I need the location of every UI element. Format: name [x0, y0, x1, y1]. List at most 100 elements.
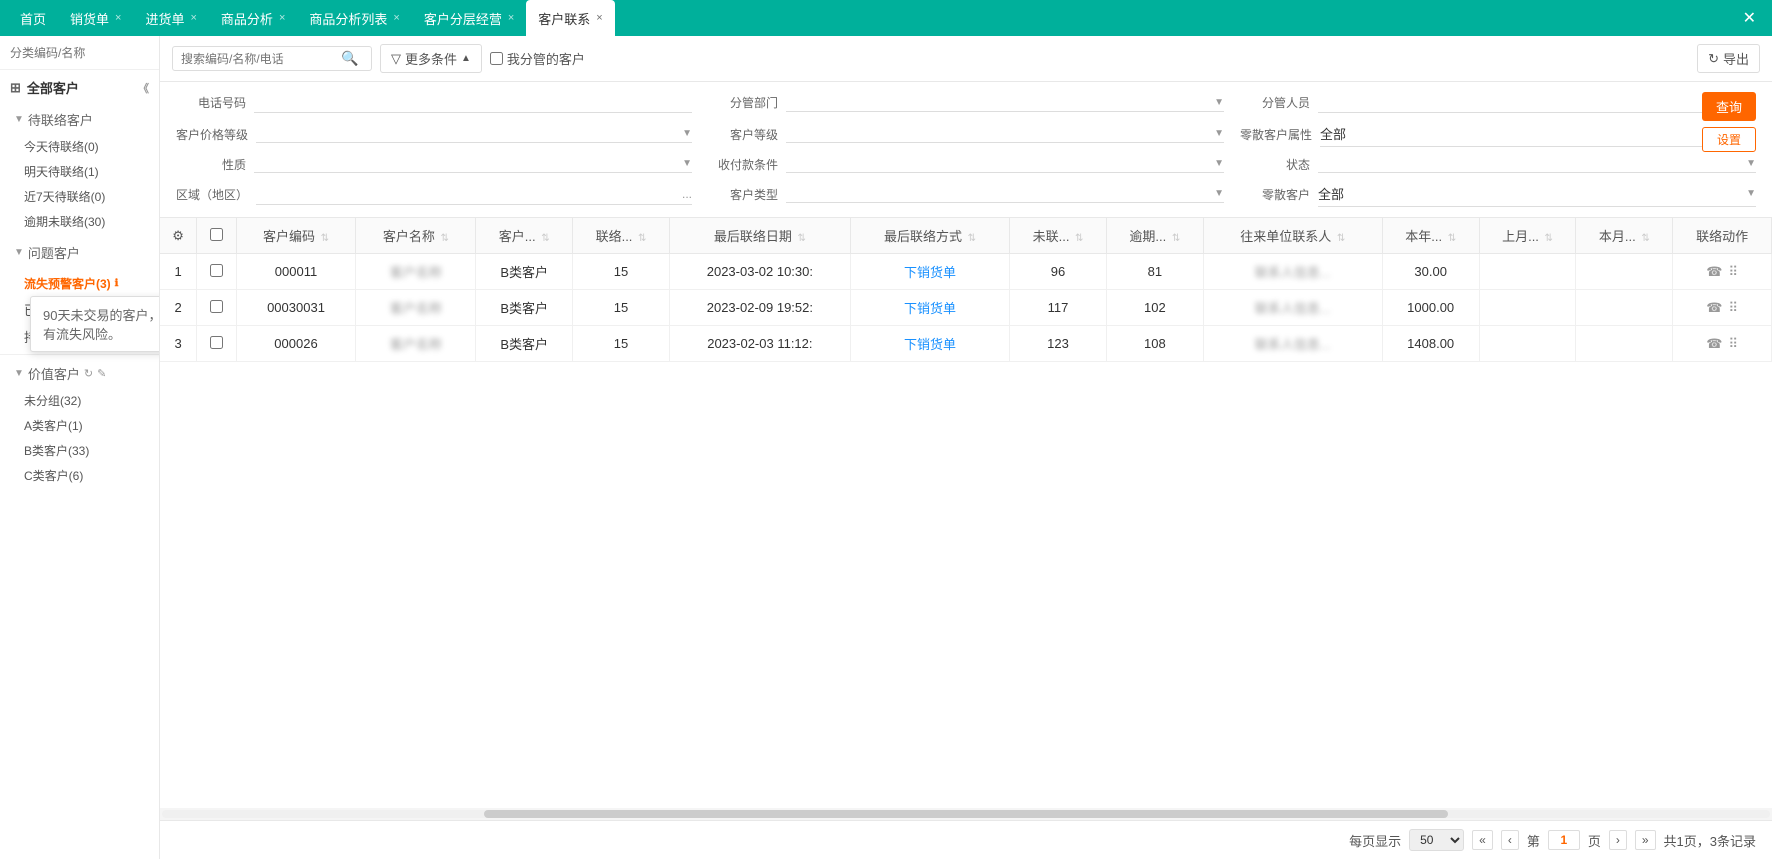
- filter-phone-input[interactable]: [254, 92, 692, 113]
- row-checkbox[interactable]: [197, 326, 236, 362]
- col-this-year[interactable]: 本年... ⇅: [1382, 218, 1479, 254]
- col-name[interactable]: 客户名称 ⇅: [356, 218, 476, 254]
- col-this-month[interactable]: 本月... ⇅: [1576, 218, 1673, 254]
- prev-page-button[interactable]: ‹: [1501, 830, 1519, 850]
- col-code[interactable]: 客户编码 ⇅: [236, 218, 356, 254]
- action-contact-icon[interactable]: ☎: [1706, 300, 1722, 316]
- filter-payment-select[interactable]: ▼: [786, 155, 1224, 173]
- row-last-date: 2023-03-02 10:30:: [669, 254, 850, 290]
- close-app-button[interactable]: ✕: [1735, 8, 1764, 28]
- filter-region-ellipsis[interactable]: ...: [682, 187, 692, 201]
- row-overdue: 102: [1106, 290, 1203, 326]
- last-page-button[interactable]: »: [1635, 830, 1656, 850]
- action-contact-icon[interactable]: ☎: [1706, 264, 1722, 280]
- nav-purchase-order-close[interactable]: ×: [190, 12, 196, 24]
- filter-icon: ▽: [391, 51, 401, 67]
- sidebar-item-unclassified[interactable]: 未分组(32): [0, 388, 159, 413]
- row-action[interactable]: ☎⠿: [1673, 254, 1772, 290]
- scrollbar-thumb[interactable]: [484, 810, 1449, 818]
- sidebar-item-class-c[interactable]: C类客户(6): [0, 463, 159, 488]
- nav-product-analysis-close[interactable]: ×: [279, 12, 285, 24]
- horizontal-scrollbar[interactable]: [160, 808, 1772, 820]
- col-contact-count[interactable]: 联络... ⇅: [573, 218, 670, 254]
- nav-product-analysis-list-close[interactable]: ×: [393, 12, 399, 24]
- row-action[interactable]: ☎⠿: [1673, 326, 1772, 362]
- all-customers-header[interactable]: ⊞ 全部客户 《: [0, 70, 159, 105]
- filter-dept-select[interactable]: ▼: [786, 94, 1224, 112]
- row-last-method[interactable]: 下销货单: [850, 290, 1009, 326]
- row-level: B类客户: [476, 290, 573, 326]
- filter-status-select[interactable]: ▼: [1318, 155, 1756, 173]
- sidebar-group-problem-title[interactable]: ▼ 问题客户: [0, 238, 159, 267]
- action-more-icon[interactable]: ⠿: [1728, 264, 1738, 280]
- sidebar-item-churn-warning[interactable]: 流失预警客户(3) ℹ: [0, 271, 159, 296]
- sidebar-item-7days[interactable]: 近7天待联络(0): [0, 184, 159, 209]
- sidebar-group-value-title[interactable]: ▼ 价值客户 ↻ ✎: [0, 359, 159, 388]
- export-button[interactable]: ↻ 导出: [1697, 44, 1760, 73]
- row-last-method[interactable]: 下销货单: [850, 254, 1009, 290]
- first-page-button[interactable]: «: [1472, 830, 1493, 850]
- col-last-date[interactable]: 最后联络日期 ⇅: [669, 218, 850, 254]
- value-refresh-icon[interactable]: ↻: [84, 367, 93, 380]
- row-index: 2: [160, 290, 197, 326]
- all-customers-label: 全部客户: [27, 78, 79, 97]
- select-all-checkbox[interactable]: [210, 228, 223, 241]
- row-last-method[interactable]: 下销货单: [850, 326, 1009, 362]
- sidebar-item-class-b[interactable]: B类客户(33): [0, 438, 159, 463]
- sort-level-icon: ⇅: [541, 233, 549, 244]
- nav-product-analysis-list[interactable]: 商品分析列表 ×: [297, 0, 411, 36]
- filter-person-input[interactable]: [1318, 92, 1734, 113]
- page-number-input[interactable]: [1548, 830, 1580, 850]
- col-contact-person[interactable]: 往来单位联系人 ⇅: [1203, 218, 1382, 254]
- nav-customer-contact-close[interactable]: ×: [596, 12, 602, 24]
- filter-nature-arrow-icon: ▼: [682, 158, 692, 169]
- filter-nature-select[interactable]: ▼: [254, 155, 692, 173]
- nav-sales-order-close[interactable]: ×: [115, 12, 121, 24]
- sidebar-item-today[interactable]: 今天待联络(0): [0, 134, 159, 159]
- col-overdue[interactable]: 逾期... ⇅: [1106, 218, 1203, 254]
- sidebar-search-input[interactable]: [10, 46, 160, 60]
- sidebar-group-pending-title[interactable]: ▼ 待联络客户: [0, 105, 159, 134]
- export-label: 导出: [1723, 49, 1749, 68]
- filter-customer-type-label: 客户类型: [708, 186, 778, 203]
- nav-customer-stratification-close[interactable]: ×: [508, 12, 514, 24]
- nav-purchase-order[interactable]: 进货单 ×: [133, 0, 208, 36]
- filter-customer-type-select[interactable]: ▼: [786, 185, 1224, 203]
- sidebar-group-value: ▼ 价值客户 ↻ ✎ 未分组(32) A类客户(1) B类客户(33) C类客户…: [0, 359, 159, 492]
- action-more-icon[interactable]: ⠿: [1728, 300, 1738, 316]
- action-more-icon[interactable]: ⠿: [1728, 336, 1738, 352]
- page-size-select[interactable]: 50 20 100: [1409, 829, 1464, 851]
- action-contact-icon[interactable]: ☎: [1706, 336, 1722, 352]
- settings-button[interactable]: 设置: [1702, 127, 1756, 152]
- col-last-month[interactable]: 上月... ⇅: [1479, 218, 1576, 254]
- toolbar-search-icon[interactable]: 🔍: [341, 50, 358, 67]
- nav-customer-contact[interactable]: 客户联系 ×: [526, 0, 614, 36]
- query-button[interactable]: 查询: [1702, 92, 1756, 121]
- my-customers-checkbox[interactable]: 我分管的客户: [490, 49, 585, 68]
- toolbar-search-input[interactable]: [181, 52, 341, 66]
- row-last-date: 2023-02-03 11:12:: [669, 326, 850, 362]
- filter-region-input[interactable]: ...: [256, 184, 692, 205]
- more-conditions-button[interactable]: ▽ 更多条件 ▲: [380, 44, 482, 73]
- value-edit-icon[interactable]: ✎: [97, 367, 106, 380]
- col-settings[interactable]: ⚙: [160, 218, 197, 254]
- col-level[interactable]: 客户... ⇅: [476, 218, 573, 254]
- col-no-contact[interactable]: 未联... ⇅: [1010, 218, 1107, 254]
- filter-retail-customer-select[interactable]: 全部 ▼: [1318, 181, 1756, 207]
- nav-product-analysis[interactable]: 商品分析 ×: [209, 0, 297, 36]
- row-checkbox[interactable]: [197, 254, 236, 290]
- sidebar-item-class-a[interactable]: A类客户(1): [0, 413, 159, 438]
- sidebar-item-tomorrow[interactable]: 明天待联络(1): [0, 159, 159, 184]
- my-customers-check[interactable]: [490, 52, 503, 65]
- filter-retail-attr-select[interactable]: 全部 ▼: [1320, 121, 1756, 147]
- nav-home[interactable]: 首页: [8, 0, 58, 36]
- sidebar-item-overdue[interactable]: 逾期未联络(30): [0, 209, 159, 234]
- next-page-button[interactable]: ›: [1609, 830, 1627, 850]
- row-checkbox[interactable]: [197, 290, 236, 326]
- filter-customer-grade-select[interactable]: ▼: [786, 125, 1224, 143]
- filter-price-grade-select[interactable]: ▼: [256, 125, 692, 143]
- nav-sales-order[interactable]: 销货单 ×: [58, 0, 133, 36]
- col-last-method[interactable]: 最后联络方式 ⇅: [850, 218, 1009, 254]
- row-action[interactable]: ☎⠿: [1673, 290, 1772, 326]
- nav-customer-stratification[interactable]: 客户分层经营 ×: [412, 0, 526, 36]
